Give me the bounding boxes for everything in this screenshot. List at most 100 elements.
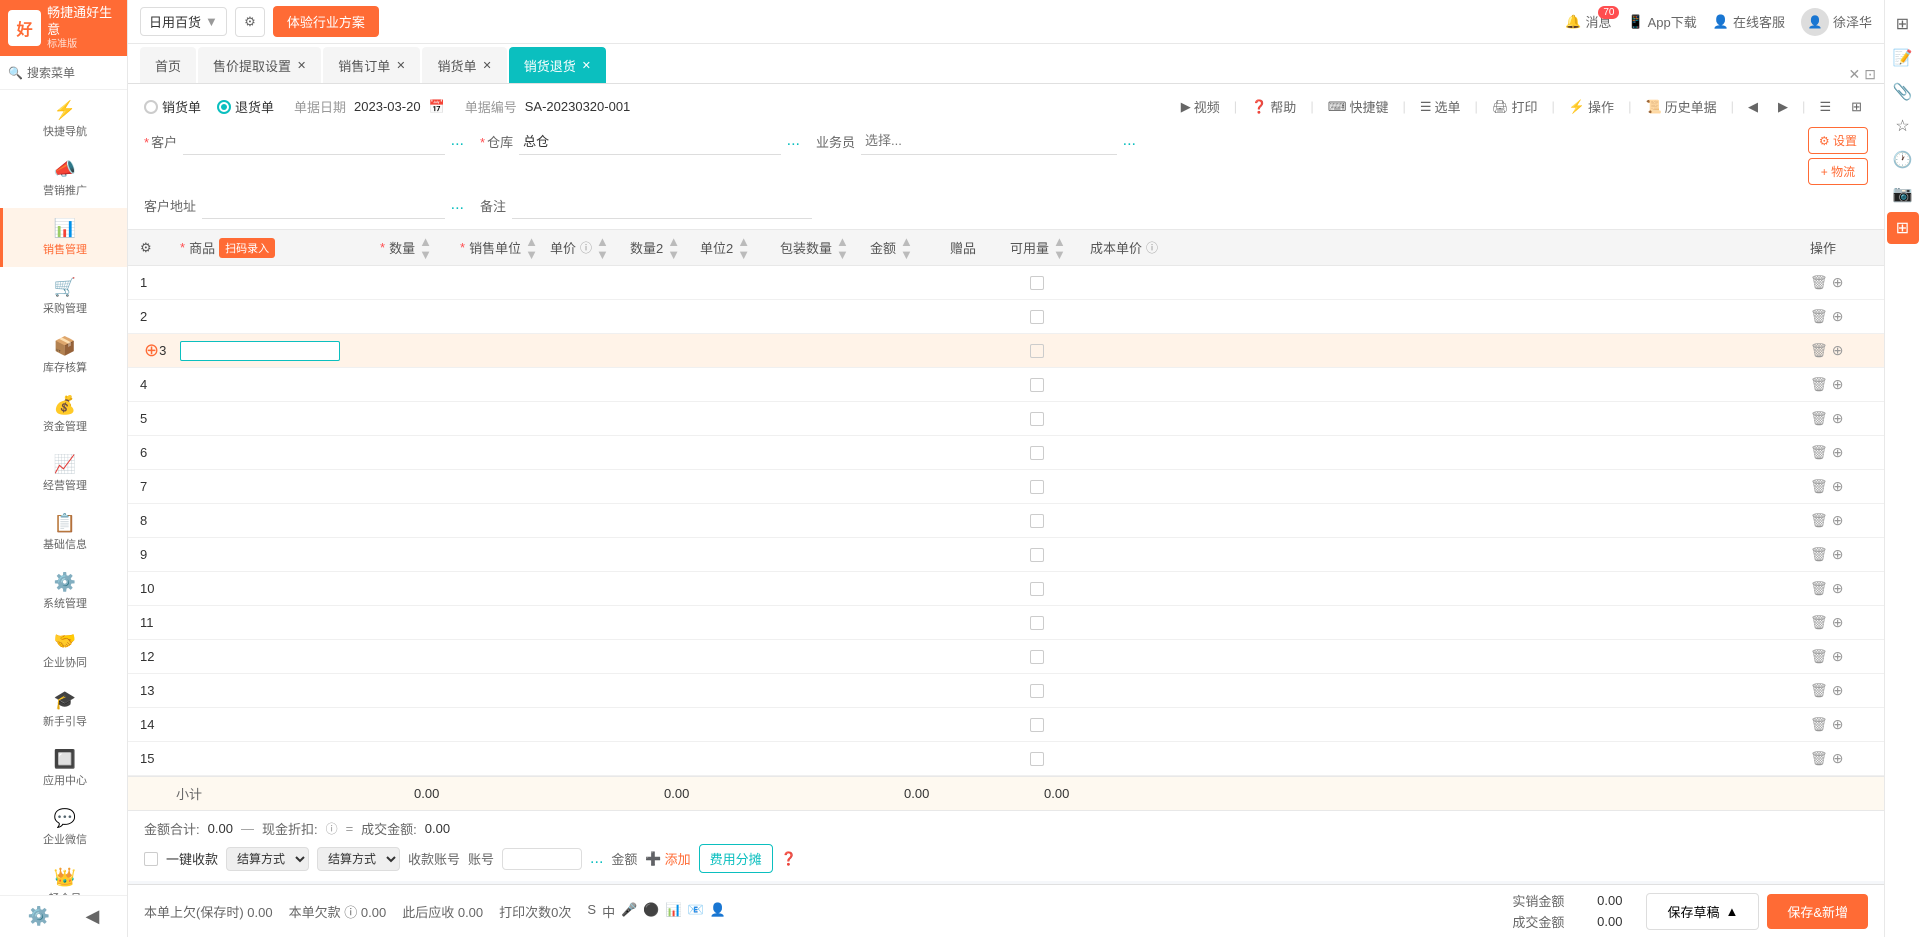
cost-input[interactable] xyxy=(1170,616,1802,630)
qty2-input[interactable] xyxy=(710,446,772,460)
delete-row-icon[interactable]: 🗑 xyxy=(1810,274,1828,291)
add-row-icon[interactable]: ⊕ xyxy=(144,340,159,361)
qty-input[interactable] xyxy=(460,412,532,426)
amount-input[interactable] xyxy=(950,446,1022,460)
qty-input[interactable] xyxy=(460,752,532,766)
expand-icon[interactable]: ⊡ xyxy=(1864,66,1876,83)
copy-row-icon[interactable]: ⊕ xyxy=(1832,546,1844,563)
sidebar-item-member[interactable]: 👑 畅会员 xyxy=(0,857,127,895)
price-input[interactable] xyxy=(630,718,702,732)
settings-gear-button[interactable]: ⚙ xyxy=(235,7,265,37)
gift-checkbox[interactable] xyxy=(1030,446,1044,460)
right-view-icon[interactable]: ⊞ xyxy=(1887,8,1919,40)
copy-row-icon[interactable]: ⊕ xyxy=(1832,444,1844,461)
gift-checkbox[interactable] xyxy=(1030,344,1044,358)
unit2-input[interactable] xyxy=(780,582,852,596)
qty-input[interactable] xyxy=(460,718,532,732)
qty-input[interactable] xyxy=(460,344,532,358)
avail-input[interactable] xyxy=(1090,276,1162,290)
amount-input[interactable] xyxy=(950,344,1022,358)
avail-input[interactable] xyxy=(1090,548,1162,562)
unit2-input[interactable] xyxy=(780,310,852,324)
prev-record-btn[interactable]: ◀ xyxy=(1742,96,1764,118)
history-btn[interactable]: 📜 历史单据 xyxy=(1639,94,1722,119)
unit2-input[interactable] xyxy=(780,480,852,494)
delete-row-icon[interactable]: 🗑 xyxy=(1810,342,1828,359)
pack-input[interactable] xyxy=(860,378,942,392)
product-input[interactable] xyxy=(180,582,340,596)
gift-checkbox[interactable] xyxy=(1030,650,1044,664)
unit2-input[interactable] xyxy=(780,684,852,698)
amount-input[interactable] xyxy=(950,752,1022,766)
copy-row-icon[interactable]: ⊕ xyxy=(1832,410,1844,427)
sidebar-item-business[interactable]: 📈 经营管理 xyxy=(0,444,127,503)
address-input[interactable] xyxy=(202,191,445,219)
copy-row-icon[interactable]: ⊕ xyxy=(1832,274,1844,291)
tab-price-setting-close[interactable]: ✕ xyxy=(297,59,306,72)
gift-checkbox[interactable] xyxy=(1030,548,1044,562)
pack-input[interactable] xyxy=(860,412,942,426)
gift-checkbox[interactable] xyxy=(1030,378,1044,392)
cost-input[interactable] xyxy=(1170,684,1802,698)
amount-input[interactable] xyxy=(950,480,1022,494)
list-view-btn[interactable]: ☰ xyxy=(1813,96,1837,118)
discount-info-icon[interactable]: ⓘ xyxy=(326,820,338,837)
unit-input[interactable] xyxy=(540,718,622,732)
gift-checkbox[interactable] xyxy=(1030,616,1044,630)
pack-input[interactable] xyxy=(860,718,942,732)
avail-input[interactable] xyxy=(1090,514,1162,528)
sidebar-item-enterprise[interactable]: 🤝 企业协同 xyxy=(0,621,127,680)
sidebar-item-guide[interactable]: 🎓 新手引导 xyxy=(0,680,127,739)
delete-row-icon[interactable]: 🗑 xyxy=(1810,682,1828,699)
delete-row-icon[interactable]: 🗑 xyxy=(1810,308,1828,325)
cost-input[interactable] xyxy=(1170,650,1802,664)
cost-input[interactable] xyxy=(1170,752,1802,766)
gift-checkbox[interactable] xyxy=(1030,480,1044,494)
save-new-button[interactable]: 保存&新增 xyxy=(1767,894,1868,929)
right-attachment-icon[interactable]: 📎 xyxy=(1887,76,1919,108)
qty2-input[interactable] xyxy=(710,480,772,494)
copy-row-icon[interactable]: ⊕ xyxy=(1832,376,1844,393)
pack-input[interactable] xyxy=(860,514,942,528)
tab-home[interactable]: 首页 xyxy=(140,47,196,83)
price-input[interactable] xyxy=(630,514,702,528)
delete-row-icon[interactable]: 🗑 xyxy=(1810,478,1828,495)
cost-input[interactable] xyxy=(1170,718,1802,732)
amount-input[interactable] xyxy=(950,582,1022,596)
unit2-input[interactable] xyxy=(780,514,852,528)
unit-input[interactable] xyxy=(540,378,622,392)
radio-sales-return[interactable]: 退货单 xyxy=(217,97,274,116)
copy-row-icon[interactable]: ⊕ xyxy=(1832,682,1844,699)
amount-input[interactable] xyxy=(950,276,1022,290)
gift-checkbox[interactable] xyxy=(1030,718,1044,732)
price-input[interactable] xyxy=(630,548,702,562)
qty2-input[interactable] xyxy=(710,752,772,766)
warehouse-input[interactable] xyxy=(519,127,781,155)
search-menu-item[interactable]: 🔍 搜索菜单 xyxy=(0,56,127,90)
warehouse-picker-btn[interactable]: ... xyxy=(787,132,800,150)
scan-input-btn[interactable]: 扫码录入 xyxy=(219,238,275,258)
copy-row-icon[interactable]: ⊕ xyxy=(1832,512,1844,529)
save-draft-button[interactable]: 保存草稿 ▲ xyxy=(1646,893,1759,930)
product-input[interactable] xyxy=(180,276,340,290)
price-sort[interactable]: ▲▼ xyxy=(596,235,609,261)
unit-input[interactable] xyxy=(540,310,622,324)
trial-plan-button[interactable]: 体验行业方案 xyxy=(273,6,379,37)
avail-input[interactable] xyxy=(1090,616,1162,630)
copy-row-icon[interactable]: ⊕ xyxy=(1832,580,1844,597)
tab-sales-delivery[interactable]: 销货单 ✕ xyxy=(422,47,506,83)
gift-checkbox[interactable] xyxy=(1030,752,1044,766)
help-btn[interactable]: ❓ 帮助 xyxy=(1245,94,1302,119)
expense-split-btn[interactable]: 费用分摊 xyxy=(699,844,773,873)
copy-row-icon[interactable]: ⊕ xyxy=(1832,716,1844,733)
select-btn[interactable]: ☰ 选单 xyxy=(1414,94,1467,119)
gift-checkbox[interactable] xyxy=(1030,684,1044,698)
avail-input[interactable] xyxy=(1090,650,1162,664)
cost-input[interactable] xyxy=(1170,514,1802,528)
product-input[interactable] xyxy=(180,341,340,361)
unit-input[interactable] xyxy=(540,548,622,562)
app-download-button[interactable]: 📱 App下载 xyxy=(1627,12,1696,31)
delete-row-icon[interactable]: 🗑 xyxy=(1810,716,1828,733)
product-input[interactable] xyxy=(180,378,340,392)
qty2-input[interactable] xyxy=(710,514,772,528)
